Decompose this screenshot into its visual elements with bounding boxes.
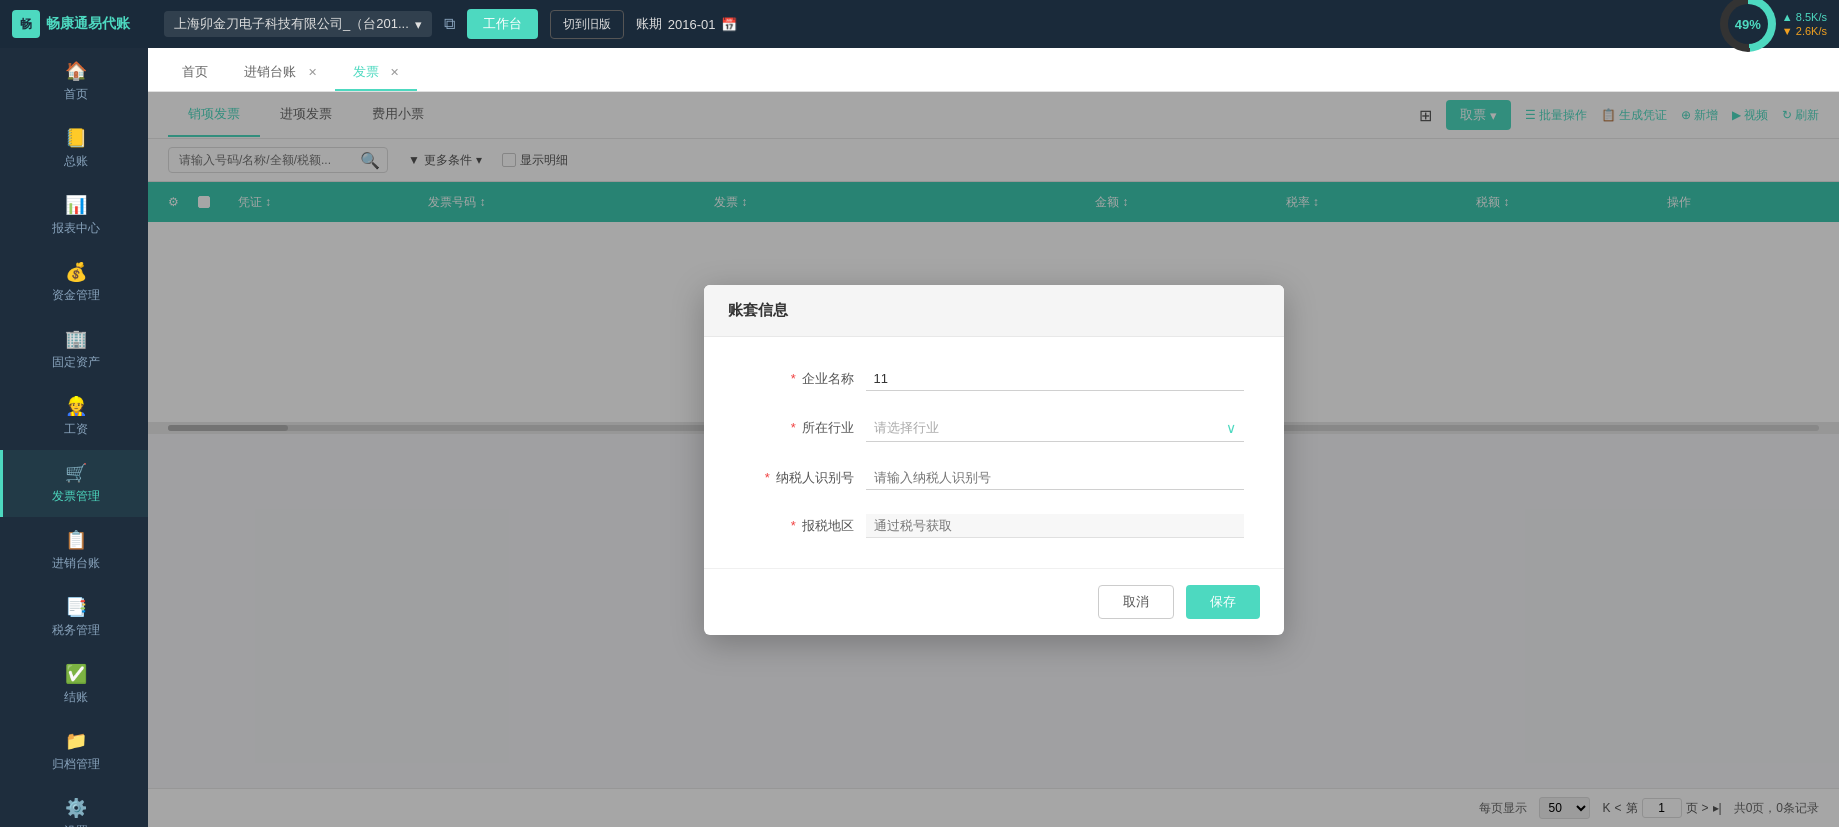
modal-body: * 企业名称 * 所在行业 请选择行业 — [704, 337, 1284, 568]
save-button[interactable]: 保存 — [1186, 585, 1260, 619]
sidebar-item-label: 发票管理 — [52, 488, 100, 505]
sidebar-item-home[interactable]: 🏠 首页 — [0, 48, 148, 115]
form-row-tax-region: * 报税地区 — [744, 514, 1244, 538]
ledger-icon: 📒 — [65, 127, 87, 149]
calendar-icon[interactable]: 📅 — [721, 17, 737, 32]
tab-bar: 首页 进销台账 ✕ 发票 ✕ — [148, 48, 1839, 92]
tab-home-label: 首页 — [182, 64, 208, 79]
switch-old-button[interactable]: 切到旧版 — [550, 10, 624, 39]
company-name-required: * — [791, 371, 796, 386]
tax-id-input[interactable] — [866, 466, 1244, 490]
tab-purchase-sales-label: 进销台账 — [244, 64, 296, 79]
modal-header: 账套信息 — [704, 285, 1284, 337]
tax-region-input — [866, 514, 1244, 538]
tax-id-required: * — [765, 470, 770, 485]
industry-dropdown-icon: ∨ — [1226, 420, 1236, 436]
reports-icon: 📊 — [65, 194, 87, 216]
form-row-tax-id: * 纳税人识别号 — [744, 466, 1244, 490]
account-period-value: 2016-01 — [668, 17, 716, 32]
cancel-button[interactable]: 取消 — [1098, 585, 1174, 619]
tab-invoice[interactable]: 发票 ✕ — [335, 55, 418, 91]
workbench-button[interactable]: 工作台 — [467, 9, 538, 39]
sidebar-item-archive[interactable]: 📁 归档管理 — [0, 718, 148, 785]
sub-content: 销项发票 进项发票 费用小票 ⊞ 取票 ▾ — [148, 92, 1839, 827]
copy-icon[interactable]: ⧉ — [444, 15, 455, 33]
industry-placeholder: 请选择行业 — [874, 419, 1226, 437]
sidebar-item-funds[interactable]: 💰 资金管理 — [0, 249, 148, 316]
form-row-industry: * 所在行业 请选择行业 ∨ — [744, 415, 1244, 442]
invoice-mgmt-icon: 🛒 — [65, 462, 87, 484]
tab-invoice-label: 发票 — [353, 64, 379, 79]
sidebar-item-label: 报表中心 — [52, 220, 100, 237]
industry-required: * — [791, 420, 796, 435]
home-icon: 🏠 — [65, 60, 87, 82]
sidebar-item-fixed-assets[interactable]: 🏢 固定资产 — [0, 316, 148, 383]
tab-purchase-sales-close[interactable]: ✕ — [308, 66, 317, 78]
sidebar-item-label: 税务管理 — [52, 622, 100, 639]
account-period: 账期 2016-01 📅 — [636, 15, 738, 33]
sidebar-item-label: 工资 — [64, 421, 88, 438]
dropdown-icon: ▾ — [415, 17, 422, 32]
header-right: 49% ▲ 8.5K/s ▼ 2.6K/s — [1720, 0, 1827, 52]
company-name-label: * 企业名称 — [744, 370, 854, 388]
speed-indicator: 49% — [1720, 0, 1776, 52]
account-period-label: 账期 — [636, 15, 662, 33]
payroll-icon: 👷 — [65, 395, 87, 417]
company-name-input[interactable] — [866, 367, 1244, 391]
archive-icon: 📁 — [65, 730, 87, 752]
tab-invoice-close[interactable]: ✕ — [390, 66, 399, 78]
sidebar-item-payroll[interactable]: 👷 工资 — [0, 383, 148, 450]
sidebar-item-invoice-mgmt[interactable]: 🛒 发票管理 — [0, 450, 148, 517]
speed-down: ▼ 2.6K/s — [1782, 25, 1827, 37]
speed-info: ▲ 8.5K/s ▼ 2.6K/s — [1782, 11, 1827, 37]
sidebar-item-label: 总账 — [64, 153, 88, 170]
sidebar-item-ledger[interactable]: 📒 总账 — [0, 115, 148, 182]
company-name: 上海卯金刀电子科技有限公司_（台201... — [174, 15, 409, 33]
settlement-icon: ✅ — [65, 663, 87, 685]
sidebar-item-tax[interactable]: 📑 税务管理 — [0, 584, 148, 651]
modal-title: 账套信息 — [728, 301, 788, 318]
modal-overlay: 账套信息 * 企业名称 — [148, 92, 1839, 827]
speed-up: ▲ 8.5K/s — [1782, 11, 1827, 23]
sidebar-item-settlement[interactable]: ✅ 结账 — [0, 651, 148, 718]
sidebar-item-purchase-sales[interactable]: 📋 进销台账 — [0, 517, 148, 584]
sidebar-item-label: 进销台账 — [52, 555, 100, 572]
purchase-sales-icon: 📋 — [65, 529, 87, 551]
sidebar-item-settings[interactable]: ⚙️ 设置 — [0, 785, 148, 827]
sidebar-item-label: 归档管理 — [52, 756, 100, 773]
industry-label: * 所在行业 — [744, 419, 854, 437]
tax-icon: 📑 — [65, 596, 87, 618]
top-header: 畅 畅康通易代账 上海卯金刀电子科技有限公司_（台201... ▾ ⧉ 工作台 … — [0, 0, 1839, 48]
logo-area: 畅 畅康通易代账 — [12, 10, 152, 38]
sidebar-item-label: 资金管理 — [52, 287, 100, 304]
fixed-assets-icon: 🏢 — [65, 328, 87, 350]
modal-footer: 取消 保存 — [704, 568, 1284, 635]
tax-region-label: * 报税地区 — [744, 517, 854, 535]
tax-region-required: * — [791, 518, 796, 533]
logo-icon: 畅 — [12, 10, 40, 38]
tab-purchase-sales[interactable]: 进销台账 ✕ — [226, 55, 335, 91]
tab-home[interactable]: 首页 — [164, 55, 226, 91]
content-area: 首页 进销台账 ✕ 发票 ✕ 销项发票 进项发票 — [148, 48, 1839, 827]
sidebar-item-label: 固定资产 — [52, 354, 100, 371]
company-selector[interactable]: 上海卯金刀电子科技有限公司_（台201... ▾ — [164, 11, 432, 37]
sidebar-item-label: 结账 — [64, 689, 88, 706]
settings-icon: ⚙️ — [65, 797, 87, 819]
funds-icon: 💰 — [65, 261, 87, 283]
modal-account-info: 账套信息 * 企业名称 — [704, 285, 1284, 635]
sidebar-item-label: 设置 — [64, 823, 88, 827]
form-row-company-name: * 企业名称 — [744, 367, 1244, 391]
sidebar-item-reports[interactable]: 📊 报表中心 — [0, 182, 148, 249]
main-layout: 🏠 首页 📒 总账 📊 报表中心 💰 资金管理 🏢 固定资产 👷 工资 🛒 发票… — [0, 48, 1839, 827]
tax-id-label: * 纳税人识别号 — [744, 469, 854, 487]
sidebar: 🏠 首页 📒 总账 📊 报表中心 💰 资金管理 🏢 固定资产 👷 工资 🛒 发票… — [0, 48, 148, 827]
sidebar-item-label: 首页 — [64, 86, 88, 103]
logo-text: 畅康通易代账 — [46, 15, 130, 33]
speed-percent: 49% — [1728, 4, 1768, 44]
industry-select[interactable]: 请选择行业 ∨ — [866, 415, 1244, 442]
